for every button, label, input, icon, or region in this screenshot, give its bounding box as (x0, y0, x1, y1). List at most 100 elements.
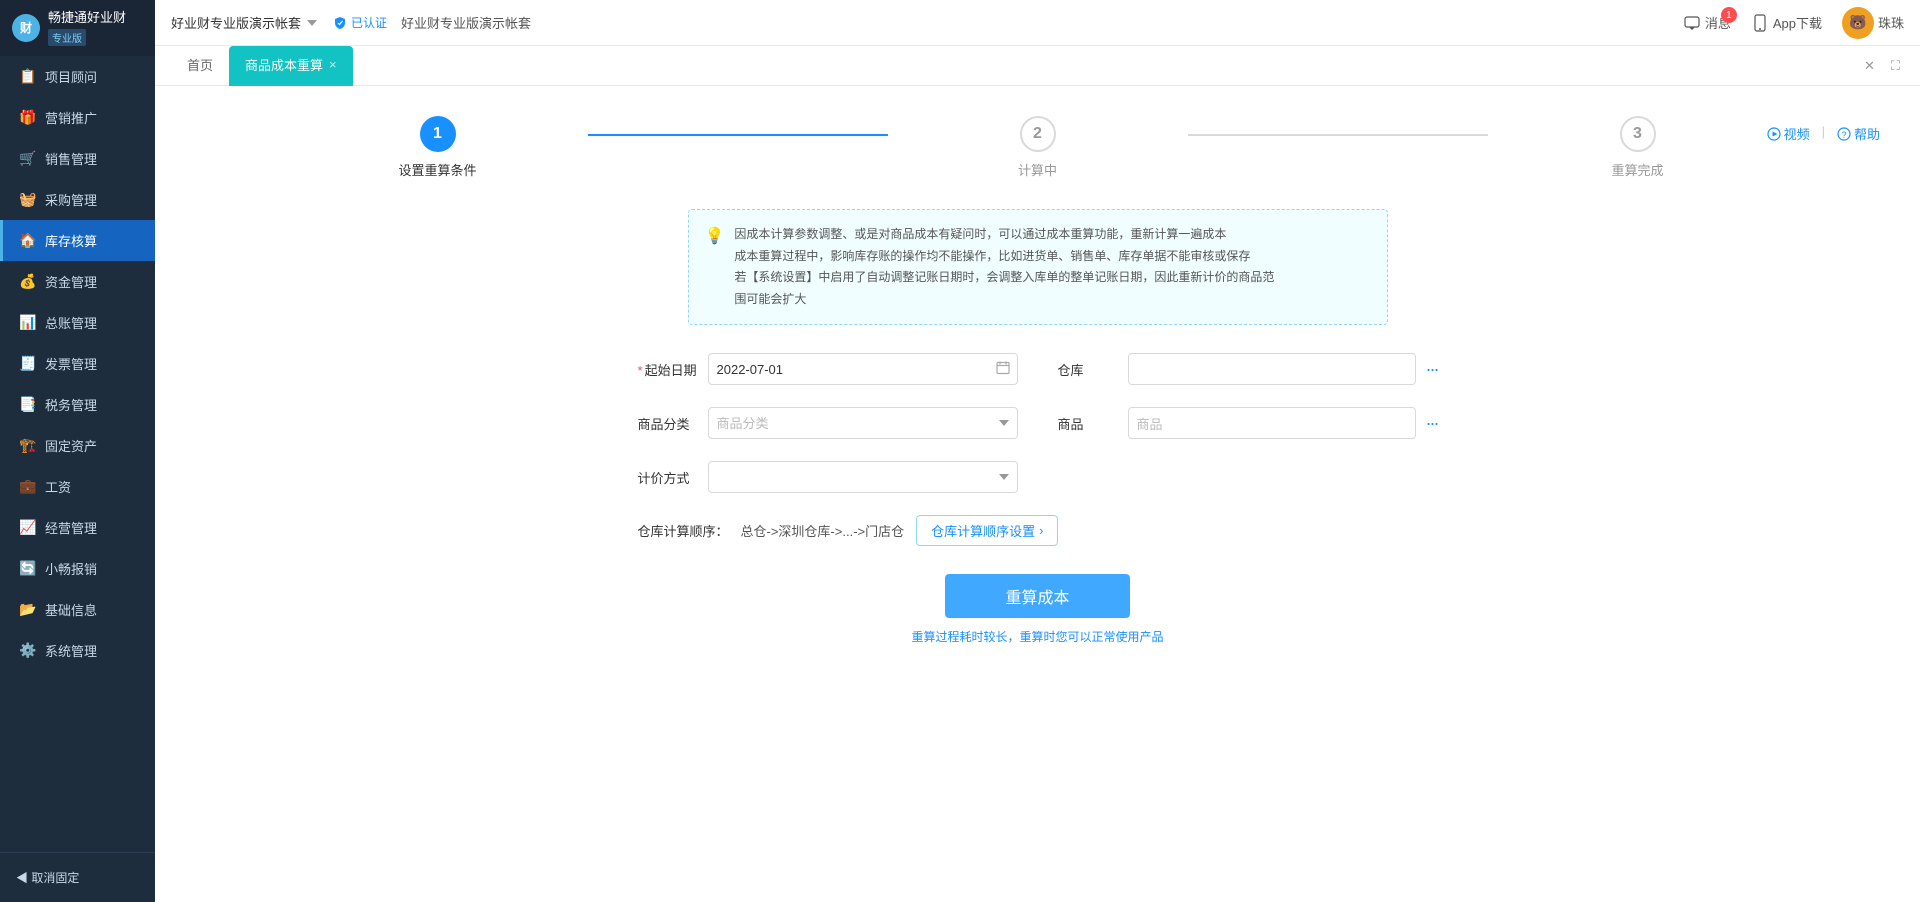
user-menu[interactable]: 🐻 珠珠 (1842, 7, 1904, 39)
shield-icon (333, 16, 347, 30)
help-icon: ? (1837, 127, 1851, 141)
topbar: 好业财专业版演示帐套 已认证 好业财专业版演示帐套 消息 1 App下载 🐻 珠… (155, 0, 1920, 46)
step-3-label: 重算完成 (1611, 160, 1663, 179)
unpin-button[interactable]: ◀ 取消固定 (0, 861, 155, 894)
step-3-circle: 3 (1620, 116, 1656, 152)
message-button[interactable]: 消息 1 (1683, 13, 1731, 32)
form-row-2: 商品分类 商品分类 商品 商品 ··· (638, 407, 1438, 439)
video-link[interactable]: 视频 (1767, 124, 1810, 143)
sidebar-item-assets[interactable]: 🏗️ 固定资产 (0, 425, 155, 466)
sidebar-item-label-finance: 资金管理 (45, 272, 97, 291)
warehouse-input[interactable] (1128, 353, 1416, 385)
logo-text: 畅捷通好业财 专业版 (48, 10, 126, 46)
sidebar-item-label-salary: 工资 (45, 477, 71, 496)
price-method-label: 计价方式 (638, 468, 698, 487)
steps-help: 视频 | ? 帮助 (1767, 124, 1880, 143)
logo-icon: 财 (12, 14, 40, 42)
warehouse-order-row: 仓库计算顺序： 总仓->深圳仓库->...->门店仓 仓库计算顺序设置 › (638, 515, 1438, 546)
sidebar-item-label-tax: 税务管理 (45, 395, 97, 414)
recalc-section: 重算成本 重算过程耗时较长，重算时您可以正常使用产品 (638, 574, 1438, 645)
sidebar-item-basic[interactable]: 📂 基础信息 (0, 589, 155, 630)
sidebar: 财 畅捷通好业财 专业版 📋 项目顾问 🎁 营销推广 🛒 销售管理 🧺 采购管理… (0, 0, 155, 902)
sales-icon: 🛒 (19, 149, 37, 167)
dropdown-icon (307, 20, 317, 26)
warehouse-group: 仓库 ··· (1058, 353, 1438, 385)
product-input[interactable]: 商品 (1128, 407, 1416, 439)
step-1-label: 设置重算条件 (398, 160, 476, 179)
expand-panel-button[interactable]: ⛶ (1887, 54, 1904, 78)
sidebar-item-label-invoice: 发票管理 (45, 354, 97, 373)
chevron-right-icon: › (1039, 523, 1043, 538)
step-2: 2 计算中 (888, 116, 1188, 179)
sidebar-item-invoice[interactable]: 🧾 发票管理 (0, 343, 155, 384)
finance-icon: 💰 (19, 272, 37, 290)
sidebar-item-marketing[interactable]: 🎁 营销推广 (0, 97, 155, 138)
category-label: 商品分类 (638, 414, 698, 433)
category-select[interactable]: 商品分类 (708, 407, 1018, 439)
sidebar-item-label-expense: 小畅报销 (45, 559, 97, 578)
start-date-group: *起始日期 (638, 353, 1018, 385)
notice-text: 因成本计算参数调整、或是对商品成本有疑问时，可以通过成本重算功能，重新计算一遍成… (734, 224, 1274, 310)
start-date-input[interactable] (708, 353, 1018, 385)
price-method-select[interactable] (708, 461, 1018, 493)
help-link[interactable]: ? 帮助 (1837, 124, 1880, 143)
inventory-icon: 🏠 (19, 231, 37, 249)
product-label: 商品 (1058, 414, 1118, 433)
sidebar-bottom: ◀ 取消固定 (0, 852, 155, 902)
sidebar-item-label-operation: 经营管理 (45, 518, 97, 537)
system-icon: ⚙️ (19, 641, 37, 659)
account-selector[interactable]: 好业财专业版演示帐套 (171, 13, 317, 32)
price-method-group: 计价方式 (638, 461, 1018, 493)
sidebar-logo: 财 畅捷通好业财 专业版 (0, 0, 155, 56)
sidebar-item-finance[interactable]: 💰 资金管理 (0, 261, 155, 302)
start-date-label: *起始日期 (638, 360, 698, 379)
sidebar-item-project[interactable]: 📋 项目顾问 (0, 56, 155, 97)
close-panel-button[interactable]: ✕ (1860, 54, 1879, 78)
warehouse-label: 仓库 (1058, 360, 1118, 379)
sidebar-item-system[interactable]: ⚙️ 系统管理 (0, 630, 155, 671)
tab-close-button[interactable]: × (329, 57, 337, 72)
sidebar-item-accounting[interactable]: 📊 总账管理 (0, 302, 155, 343)
sidebar-item-label-purchase: 采购管理 (45, 190, 97, 209)
tab-cost-recalc[interactable]: 商品成本重算 × (229, 46, 353, 86)
svg-text:?: ? (1841, 130, 1846, 140)
sidebar-item-expense[interactable]: 🔄 小畅报销 (0, 548, 155, 589)
step-3: 3 重算完成 (1488, 116, 1788, 179)
recalc-hint: 重算过程耗时较长，重算时您可以正常使用产品 (638, 628, 1438, 645)
tax-icon: 📑 (19, 395, 37, 413)
salary-icon: 💼 (19, 477, 37, 495)
sidebar-item-label-sales: 销售管理 (45, 149, 97, 168)
sidebar-item-tax[interactable]: 📑 税务管理 (0, 384, 155, 425)
purchase-icon: 🧺 (19, 190, 37, 208)
form-row-3: 计价方式 (638, 461, 1438, 493)
step-line-1 (588, 134, 888, 136)
warehouse-order-settings-button[interactable]: 仓库计算顺序设置 › (916, 515, 1058, 546)
operation-icon: 📈 (19, 518, 37, 536)
recalc-button[interactable]: 重算成本 (945, 574, 1129, 618)
category-group: 商品分类 商品分类 (638, 407, 1018, 439)
play-icon (1767, 127, 1781, 141)
invoice-icon: 🧾 (19, 354, 37, 372)
tab-home[interactable]: 首页 (171, 46, 229, 86)
app-download-button[interactable]: App下载 (1751, 13, 1822, 32)
sidebar-item-label-marketing: 营销推广 (45, 108, 97, 127)
step-1: 1 设置重算条件 (288, 116, 588, 179)
sidebar-item-salary[interactable]: 💼 工资 (0, 466, 155, 507)
sidebar-item-label-assets: 固定资产 (45, 436, 97, 455)
product-group: 商品 商品 ··· (1058, 407, 1438, 439)
product-more-button[interactable]: ··· (1426, 413, 1438, 434)
tabbar: 首页 商品成本重算 × ✕ ⛶ (155, 46, 1920, 86)
sidebar-item-label-basic: 基础信息 (45, 600, 97, 619)
calendar-icon[interactable] (996, 361, 1010, 378)
sidebar-item-sales[interactable]: 🛒 销售管理 (0, 138, 155, 179)
step-2-label: 计算中 (1018, 160, 1057, 179)
sidebar-item-purchase[interactable]: 🧺 采购管理 (0, 179, 155, 220)
step-line-2 (1188, 134, 1488, 136)
step-2-circle: 2 (1020, 116, 1056, 152)
sidebar-item-operation[interactable]: 📈 经营管理 (0, 507, 155, 548)
sidebar-item-inventory[interactable]: 🏠 库存核算 (0, 220, 155, 261)
start-date-input-wrapper (708, 353, 1018, 385)
warehouse-more-button[interactable]: ··· (1426, 359, 1438, 380)
verified-badge: 已认证 (333, 14, 387, 31)
message-icon (1683, 14, 1701, 32)
